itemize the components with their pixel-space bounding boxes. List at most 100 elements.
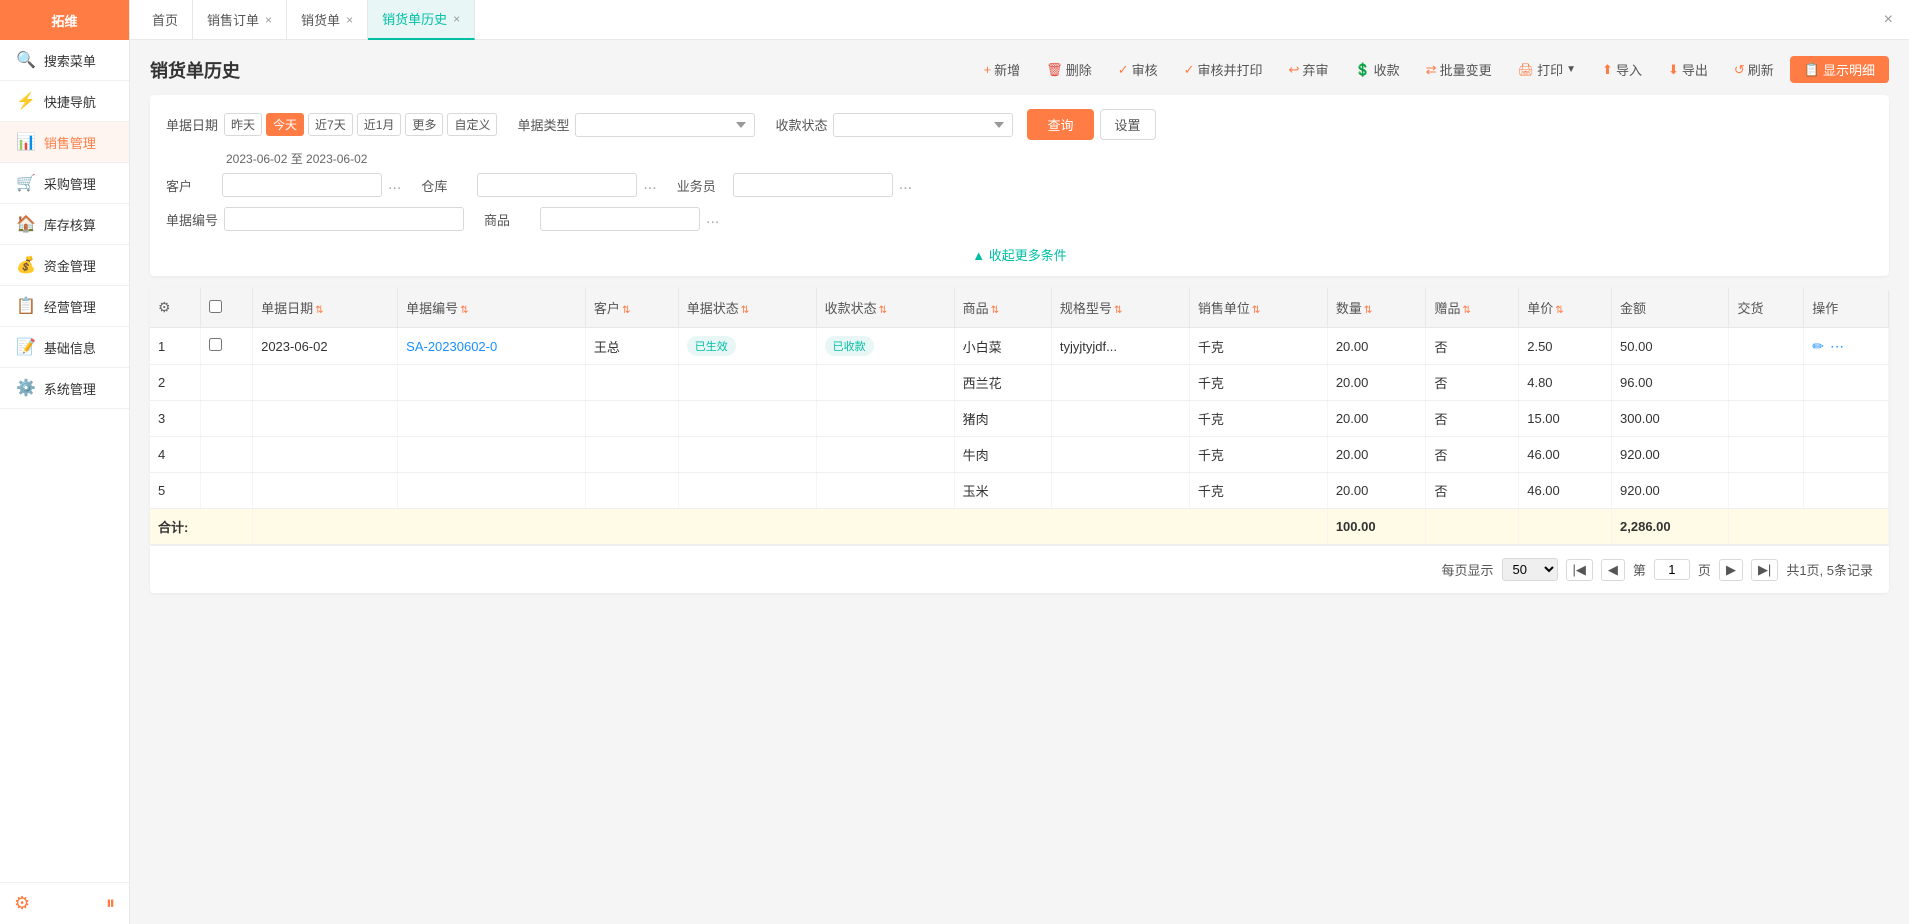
date-btn-today[interactable]: 今天 xyxy=(266,113,304,136)
refresh-button[interactable]: ↺ 刷新 xyxy=(1724,56,1784,83)
col-doc-status[interactable]: 单据状态⇅ xyxy=(678,288,816,328)
filter-collect-status: 收款状态 查询 设置 xyxy=(775,109,1155,140)
salesperson-dots[interactable]: ... xyxy=(899,176,912,194)
col-collect-status[interactable]: 收款状态⇅ xyxy=(816,288,954,328)
tab-sales-goods[interactable]: 销货单 × xyxy=(287,0,368,40)
sidebar-item-label: 销售管理 xyxy=(44,133,96,152)
salesperson-label: 业务员 xyxy=(677,176,727,195)
salesperson-input[interactable] xyxy=(733,173,893,197)
cell-quantity: 20.00 xyxy=(1327,328,1426,365)
col-goods[interactable]: 商品⇅ xyxy=(954,288,1051,328)
page-size-select[interactable]: 50 100 200 xyxy=(1502,558,1558,581)
audit-print-button[interactable]: ✓ 审核并打印 xyxy=(1174,56,1273,83)
sidebar-settings-icon[interactable]: ⚙ xyxy=(14,893,30,914)
collect-status-select[interactable] xyxy=(833,113,1013,137)
new-button[interactable]: + 新增 xyxy=(974,56,1031,83)
tab-close-sales-history[interactable]: × xyxy=(453,12,460,26)
customer-dots[interactable]: ... xyxy=(388,176,401,194)
customer-label: 客户 xyxy=(166,176,216,195)
date-btn-7days[interactable]: 近7天 xyxy=(308,113,353,136)
sidebar-item-finance-mgmt[interactable]: 💰 资金管理 xyxy=(0,245,129,286)
sidebar-item-label: 系统管理 xyxy=(44,379,96,398)
sort-icon-sales-unit: ⇅ xyxy=(1252,305,1260,316)
collect-button[interactable]: 💲 收款 xyxy=(1344,56,1409,83)
goods-dots[interactable]: ... xyxy=(706,210,719,228)
col-customer[interactable]: 客户⇅ xyxy=(585,288,678,328)
prev-page-btn[interactable]: ◀ xyxy=(1601,559,1625,581)
collapse-label: ▲ 收起更多条件 xyxy=(972,248,1066,263)
date-btn-more[interactable]: 更多 xyxy=(405,113,443,136)
cell-goods: 小白菜 xyxy=(954,328,1051,365)
cell-action xyxy=(1804,365,1889,401)
tab-close-sales-order[interactable]: × xyxy=(265,13,272,27)
import-button[interactable]: ⬆ 导入 xyxy=(1592,56,1652,83)
sidebar-item-quick-nav[interactable]: ⚡ 快捷导航 xyxy=(0,81,129,122)
sidebar-collapse-icon[interactable]: ⏸ xyxy=(106,893,115,914)
query-button[interactable]: 查询 xyxy=(1027,109,1093,140)
col-doc-no[interactable]: 单据编号⇅ xyxy=(398,288,586,328)
cell-amount: 96.00 xyxy=(1612,365,1729,401)
sidebar-item-ops-mgmt[interactable]: 📋 经营管理 xyxy=(0,286,129,327)
filter-row-date-range: 2023-06-02 至 2023-06-02 xyxy=(166,150,1873,167)
col-doc-date[interactable]: 单据日期⇅ xyxy=(253,288,398,328)
sidebar-item-label: 资金管理 xyxy=(44,256,96,275)
tab-close-sales-goods[interactable]: × xyxy=(346,13,353,27)
col-quantity[interactable]: 数量⇅ xyxy=(1327,288,1426,328)
export-label: 导出 xyxy=(1682,60,1708,79)
col-gift[interactable]: 赠品⇅ xyxy=(1426,288,1519,328)
collect-label: 收款 xyxy=(1374,60,1400,79)
doc-no-link[interactable]: SA-20230602-0 xyxy=(406,339,497,354)
settings-button[interactable]: 设置 xyxy=(1100,109,1156,140)
sidebar-item-search-menu[interactable]: 🔍 搜索菜单 xyxy=(0,40,129,81)
first-page-btn[interactable]: |◀ xyxy=(1566,559,1593,581)
table-settings-gear[interactable]: ⚙ xyxy=(158,299,171,315)
page-num-input[interactable] xyxy=(1654,559,1690,580)
col-checkbox xyxy=(200,288,252,328)
more-action-icon[interactable]: ⋯ xyxy=(1830,338,1844,355)
date-btn-custom[interactable]: 自定义 xyxy=(447,113,497,136)
tab-sales-history[interactable]: 销货单历史 × xyxy=(368,0,475,40)
show-detail-button[interactable]: 📋 显示明细 xyxy=(1790,56,1889,83)
cell-gift: 否 xyxy=(1426,473,1519,509)
sidebar-item-sys-mgmt[interactable]: ⚙️ 系统管理 xyxy=(0,368,129,409)
edit-action-icon[interactable]: ✏ xyxy=(1812,338,1824,355)
col-settings[interactable]: ⚙ xyxy=(150,288,200,328)
tab-sales-order[interactable]: 销售订单 × xyxy=(193,0,287,40)
print-button[interactable]: 🖨 打印 ▼ xyxy=(1508,56,1586,83)
sidebar-item-purchase-mgmt[interactable]: 🛒 采购管理 xyxy=(0,163,129,204)
last-page-btn[interactable]: ▶| xyxy=(1751,559,1778,581)
doc-type-select[interactable] xyxy=(575,113,755,137)
search-menu-icon: 🔍 xyxy=(16,50,36,70)
date-btn-1month[interactable]: 近1月 xyxy=(357,113,402,136)
sidebar-item-inventory[interactable]: 🏠 库存核算 xyxy=(0,204,129,245)
warehouse-input[interactable] xyxy=(477,173,637,197)
tab-home[interactable]: 首页 xyxy=(138,0,193,40)
doc-no-input[interactable] xyxy=(224,207,464,231)
row-checkbox[interactable] xyxy=(209,338,222,351)
select-all-checkbox[interactable] xyxy=(209,300,222,313)
tab-close-all-button[interactable]: × xyxy=(1876,11,1901,29)
col-spec-type[interactable]: 规格型号⇅ xyxy=(1051,288,1189,328)
summary-empty3 xyxy=(1519,509,1612,545)
col-unit-price[interactable]: 单价⇅ xyxy=(1519,288,1612,328)
audit-button[interactable]: ✓ 审核 xyxy=(1108,56,1168,83)
cell-doc-no xyxy=(398,401,586,437)
batch-change-button[interactable]: ⇄ 批量变更 xyxy=(1416,56,1502,83)
export-button[interactable]: ⬇ 导出 xyxy=(1658,56,1718,83)
collapse-row[interactable]: ▲ 收起更多条件 xyxy=(166,241,1873,268)
sidebar-item-sales-mgmt[interactable]: 📊 销售管理 xyxy=(0,122,129,163)
col-sales-unit[interactable]: 销售单位⇅ xyxy=(1189,288,1327,328)
page-header: 销货单历史 + 新增 🗑 删除 ✓ 审核 ✓ 审核并打印 xyxy=(150,56,1889,83)
main-area: 首页 销售订单 × 销货单 × 销货单历史 × × 销货单历史 + 新增 xyxy=(130,0,1909,924)
abandon-button[interactable]: ↩ 弃审 xyxy=(1279,56,1339,83)
customer-input[interactable] xyxy=(222,173,382,197)
delete-button[interactable]: 🗑 删除 xyxy=(1036,56,1102,83)
next-page-btn[interactable]: ▶ xyxy=(1719,559,1743,581)
sort-icon-doc-date: ⇅ xyxy=(315,305,323,316)
sidebar-item-basic-info[interactable]: 📝 基础信息 xyxy=(0,327,129,368)
goods-input[interactable] xyxy=(540,207,700,231)
filter-goods: 商品 ... xyxy=(484,207,719,231)
page-title: 销货单历史 xyxy=(150,57,240,83)
date-btn-yesterday[interactable]: 昨天 xyxy=(224,113,262,136)
warehouse-dots[interactable]: ... xyxy=(643,176,656,194)
